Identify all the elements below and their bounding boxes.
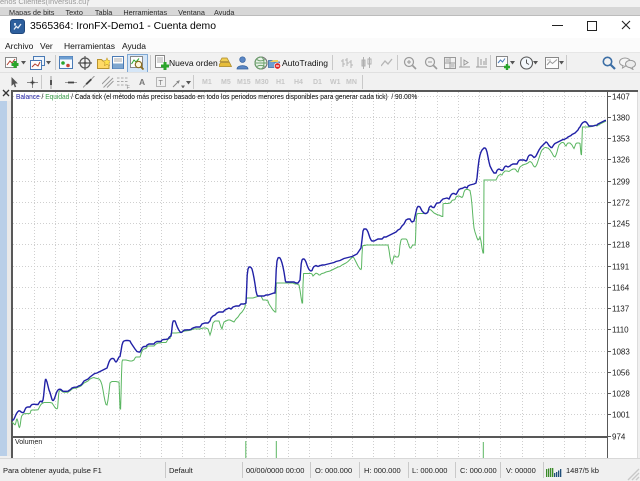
svg-text:F: F [127, 85, 131, 89]
svg-text:T: T [159, 80, 164, 87]
